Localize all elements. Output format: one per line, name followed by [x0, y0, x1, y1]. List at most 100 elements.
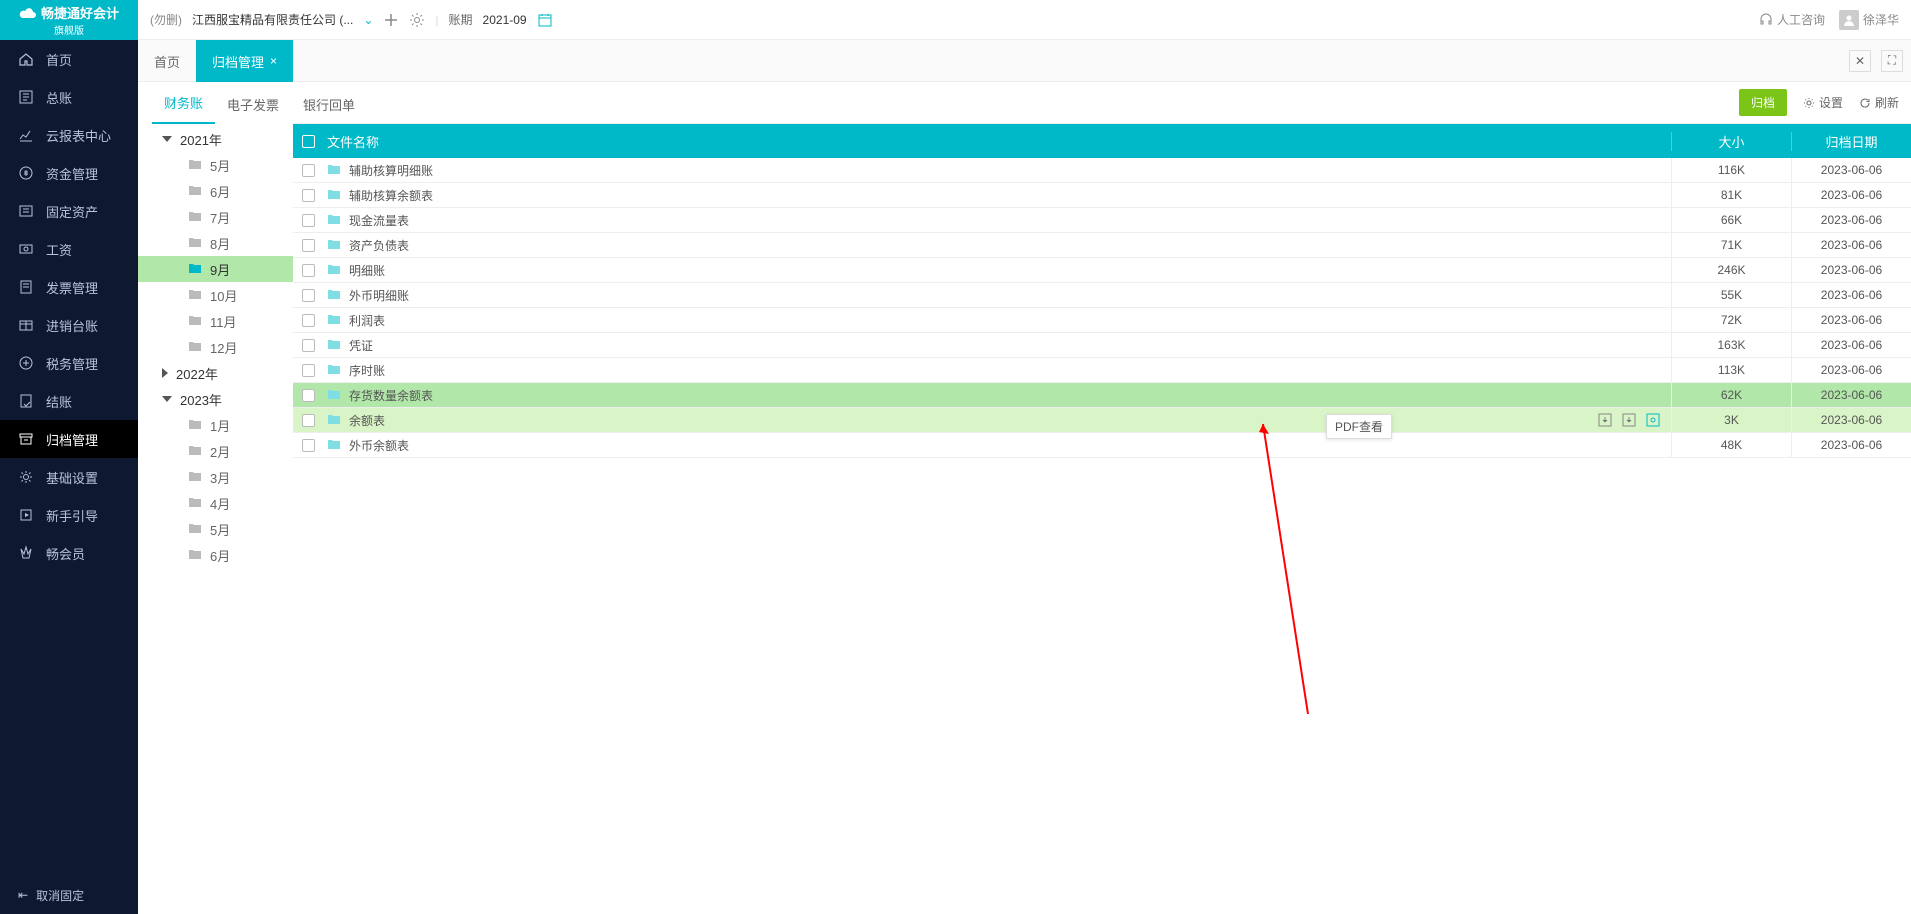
tree-panel: 2021年5月6月7月8月9月10月11月12月2022年2023年1月2月3月…	[138, 82, 293, 914]
fullscreen-button[interactable]: ⛶	[1881, 50, 1903, 72]
tree-month[interactable]: 7月	[138, 204, 293, 230]
table-row[interactable]: 外币明细账55K2023-06-06	[293, 283, 1911, 308]
row-checkbox[interactable]	[302, 389, 315, 402]
row-checkbox[interactable]	[302, 189, 315, 202]
nav-item-settings[interactable]: 基础设置	[0, 458, 138, 496]
tree-month[interactable]: 9月	[138, 256, 293, 282]
row-checkbox[interactable]	[302, 264, 315, 277]
nav-item-money[interactable]: 资金管理	[0, 154, 138, 192]
file-size: 55K	[1671, 283, 1791, 307]
archive-button[interactable]: 归档	[1739, 89, 1787, 116]
row-checkbox[interactable]	[302, 214, 315, 227]
user-menu[interactable]: 徐泽华	[1839, 10, 1899, 30]
nav-item-invoice[interactable]: 发票管理	[0, 268, 138, 306]
period-value[interactable]: 2021-09	[483, 13, 527, 27]
year-label: 2023年	[180, 390, 222, 409]
page-tab[interactable]: 首页	[138, 40, 196, 82]
nav-item-inventory[interactable]: 进销台账	[0, 306, 138, 344]
ledger-icon	[18, 89, 34, 105]
file-date: 2023-06-06	[1791, 308, 1911, 332]
table-row[interactable]: 序时账113K2023-06-06	[293, 358, 1911, 383]
tree-month[interactable]: 6月	[138, 542, 293, 568]
file-date: 2023-06-06	[1791, 283, 1911, 307]
sub-tab[interactable]: 电子发票	[215, 85, 291, 124]
tree-month[interactable]: 2月	[138, 438, 293, 464]
tree-month[interactable]: 4月	[138, 490, 293, 516]
table-row[interactable]: 辅助核算明细账116K2023-06-06	[293, 158, 1911, 183]
company-selector[interactable]: 江西服宝精品有限责任公司 (...	[192, 11, 353, 28]
settings-button[interactable]: 设置	[1803, 94, 1843, 111]
table-row[interactable]: 辅助核算余额表81K2023-06-06	[293, 183, 1911, 208]
table-row[interactable]: 外币余额表48K2023-06-06	[293, 433, 1911, 458]
nav-item-asset[interactable]: 固定资产	[0, 192, 138, 230]
nav-item-close-book[interactable]: 结账	[0, 382, 138, 420]
nav-item-salary[interactable]: 工资	[0, 230, 138, 268]
table-row[interactable]: 明细账246K2023-06-06	[293, 258, 1911, 283]
excel-download-icon[interactable]	[1597, 412, 1613, 428]
folder-icon	[188, 496, 202, 511]
row-checkbox[interactable]	[302, 164, 315, 177]
folder-icon	[188, 288, 202, 303]
tree-year[interactable]: 2022年	[138, 360, 293, 386]
tree-year[interactable]: 2023年	[138, 386, 293, 412]
chevron-down-icon[interactable]: ⌄	[363, 13, 373, 27]
table-row[interactable]: 利润表72K2023-06-06	[293, 308, 1911, 333]
folder-icon	[327, 263, 341, 278]
row-checkbox[interactable]	[302, 339, 315, 352]
table-row[interactable]: 存货数量余额表62K2023-06-06	[293, 383, 1911, 408]
nav-item-tax[interactable]: 税务管理	[0, 344, 138, 382]
nav-item-guide[interactable]: 新手引导	[0, 496, 138, 534]
row-checkbox[interactable]	[302, 289, 315, 302]
tree-month[interactable]: 6月	[138, 178, 293, 204]
pdf-view-icon[interactable]	[1645, 412, 1661, 428]
logo: 畅捷通好会计 旗舰版	[0, 0, 138, 40]
close-tab-button[interactable]: ✕	[1849, 50, 1871, 72]
tree-month[interactable]: 10月	[138, 282, 293, 308]
tree-month[interactable]: 1月	[138, 412, 293, 438]
tree-month[interactable]: 3月	[138, 464, 293, 490]
tree-year[interactable]: 2021年	[138, 126, 293, 152]
row-checkbox[interactable]	[302, 364, 315, 377]
row-checkbox[interactable]	[302, 439, 315, 452]
tree-month[interactable]: 12月	[138, 334, 293, 360]
sub-tab[interactable]: 银行回单	[291, 85, 367, 124]
folder-icon	[188, 158, 202, 173]
support-button[interactable]: 人工咨询	[1759, 11, 1825, 28]
month-label: 5月	[210, 156, 230, 175]
refresh-button[interactable]: 刷新	[1859, 94, 1899, 111]
nav-item-chart[interactable]: 云报表中心	[0, 116, 138, 154]
tree-month[interactable]: 11月	[138, 308, 293, 334]
table-row[interactable]: 凭证163K2023-06-06	[293, 333, 1911, 358]
gear-icon[interactable]	[409, 12, 425, 28]
tree-month[interactable]: 5月	[138, 152, 293, 178]
file-date: 2023-06-06	[1791, 333, 1911, 357]
file-date: 2023-06-06	[1791, 233, 1911, 257]
expand-icon	[162, 136, 172, 142]
nav-item-home[interactable]: 首页	[0, 40, 138, 78]
calendar-icon[interactable]	[537, 12, 553, 28]
table-row[interactable]: 资产负债表71K2023-06-06	[293, 233, 1911, 258]
invoice-icon	[18, 279, 34, 295]
user-name: 徐泽华	[1863, 11, 1899, 28]
table-row[interactable]: 现金流量表66K2023-06-06	[293, 208, 1911, 233]
page-tab[interactable]: 归档管理×	[196, 40, 293, 82]
plus-icon[interactable]	[383, 12, 399, 28]
row-checkbox[interactable]	[302, 314, 315, 327]
nav-item-ledger[interactable]: 总账	[0, 78, 138, 116]
nav-item-vip[interactable]: 畅会员	[0, 534, 138, 572]
col-name-header: 文件名称	[327, 132, 379, 151]
row-checkbox[interactable]	[302, 239, 315, 252]
sidebar-collapse[interactable]: ⇤ 取消固定	[0, 876, 138, 914]
row-checkbox[interactable]	[302, 414, 315, 427]
select-all-checkbox[interactable]	[302, 135, 315, 148]
nav-item-archive[interactable]: 归档管理	[0, 420, 138, 458]
nav-label: 归档管理	[46, 430, 98, 449]
table-row[interactable]: 余额表3K2023-06-06	[293, 408, 1911, 433]
close-icon[interactable]: ×	[270, 54, 277, 68]
tree-month[interactable]: 8月	[138, 230, 293, 256]
pdf-download-icon[interactable]	[1621, 412, 1637, 428]
annotation-arrow	[1253, 414, 1313, 714]
folder-icon	[327, 438, 341, 453]
tree-month[interactable]: 5月	[138, 516, 293, 542]
sub-tab[interactable]: 财务账	[152, 83, 215, 124]
